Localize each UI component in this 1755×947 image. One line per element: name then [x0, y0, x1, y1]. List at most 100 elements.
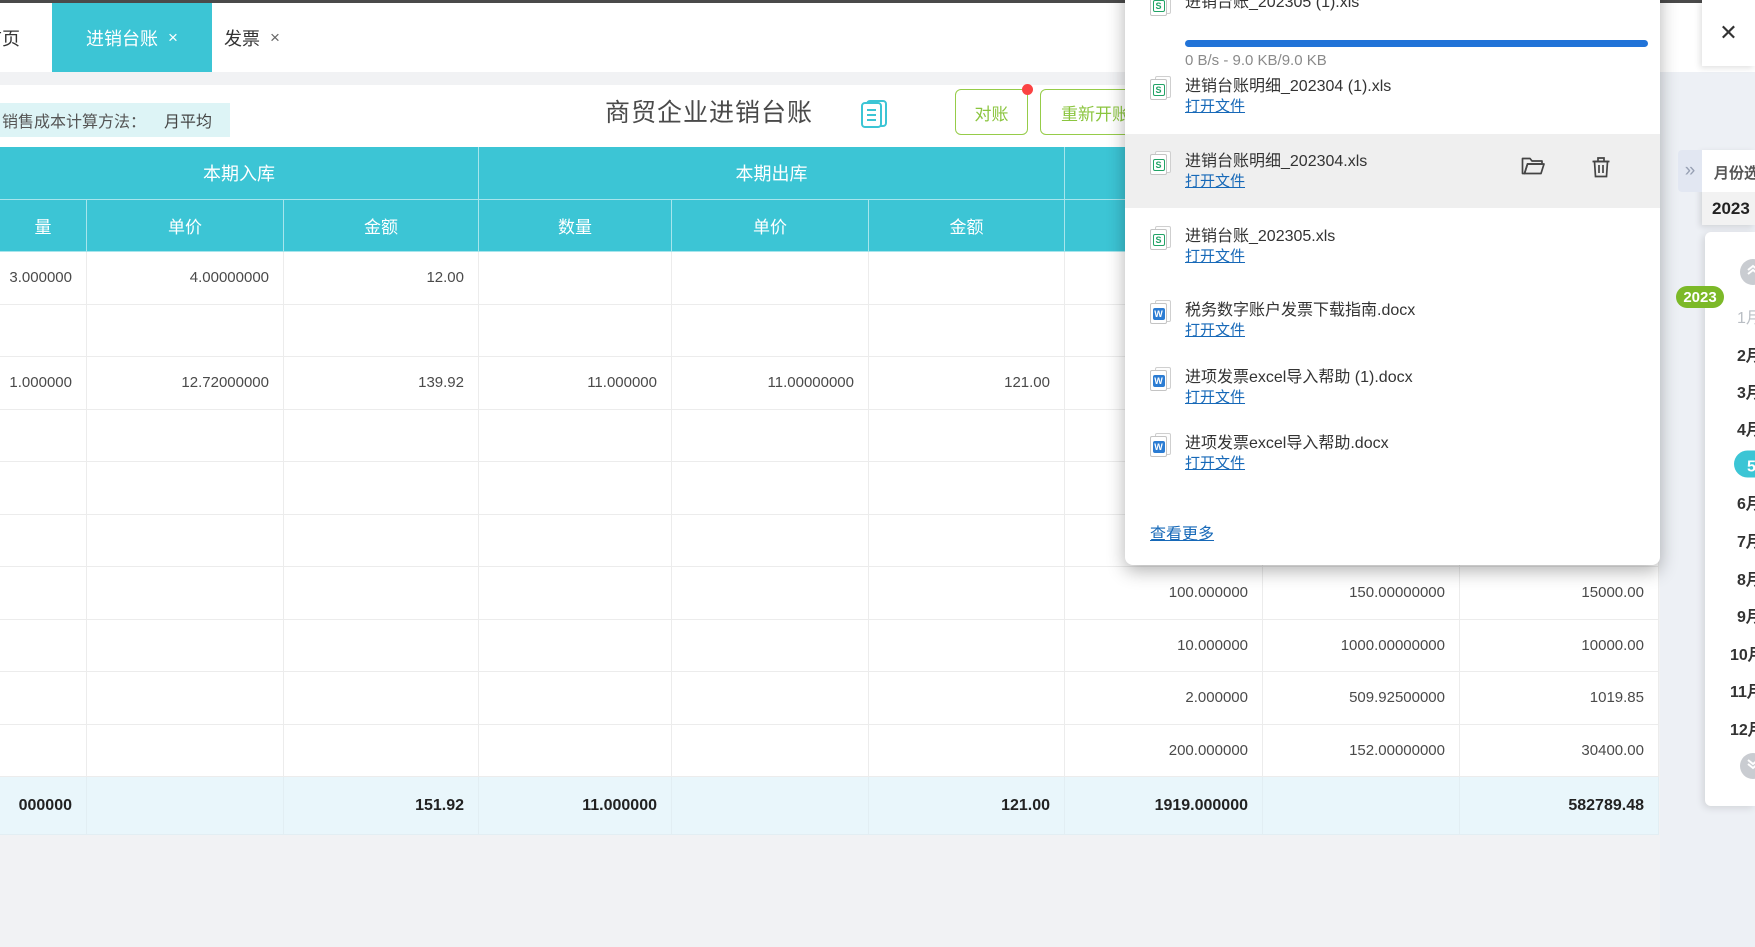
- tab-invoice[interactable]: 发票 ×: [224, 3, 280, 72]
- month-item[interactable]: 8月: [1737, 566, 1755, 590]
- table-cell: 15000.00: [1460, 567, 1659, 620]
- month-item[interactable]: 12月: [1730, 716, 1755, 740]
- month-item[interactable]: 9月: [1737, 603, 1755, 627]
- month-panel-title: 月份选择: [1714, 165, 1755, 182]
- sidebar-collapse-button[interactable]: »: [1678, 150, 1702, 192]
- table-cell: [87, 409, 284, 462]
- tab-invoice-label: 发票: [224, 28, 260, 49]
- table-totals-row: 000000 151.92 11.000000 121.00 1919.000000 58…: [0, 777, 1659, 835]
- table-cell: [284, 514, 479, 567]
- open-file-link[interactable]: 打开文件: [1185, 245, 1245, 266]
- table-cell: [284, 567, 479, 620]
- table-column-header: 单价: [87, 200, 284, 252]
- cost-method-value: 月平均: [164, 114, 213, 131]
- table-cell: 1000.00000000: [1263, 619, 1460, 672]
- table-cell: [479, 672, 672, 725]
- table-column-header: 数量: [479, 200, 672, 252]
- download-item[interactable]: S 进销台账明细_202304.xls 打开文件: [1125, 134, 1660, 208]
- totals-cell: [87, 777, 284, 835]
- table-cell: 10.000000: [1065, 619, 1263, 672]
- month-item[interactable]: 7月: [1737, 528, 1755, 552]
- download-item-active[interactable]: 进销台账_202305 (1).xls S 0 B/s - 9.0 KB/9.0…: [1125, 0, 1660, 69]
- table-column-header: 金额: [284, 200, 479, 252]
- reconcile-button[interactable]: 对账: [955, 89, 1028, 135]
- table-row: 200.000000 152.00000000 30400.00: [0, 724, 1659, 777]
- downloads-panel: 进销台账_202305 (1).xls S 0 B/s - 9.0 KB/9.0…: [1125, 0, 1660, 565]
- table-cell: 30400.00: [1460, 724, 1659, 777]
- tab-invoice-close-icon[interactable]: ×: [270, 28, 280, 48]
- year-selector[interactable]: 2023: [1702, 192, 1755, 225]
- table-row: 10.000000 1000.00000000 10000.00: [0, 619, 1659, 672]
- table-cell: [284, 304, 479, 357]
- table-cell: [87, 672, 284, 725]
- table-cell: 11.000000: [479, 357, 672, 410]
- table-cell: [672, 672, 869, 725]
- table-group-header: 本期入库: [0, 147, 479, 200]
- table-column-header: 量: [0, 200, 87, 252]
- totals-cell: [1263, 777, 1460, 835]
- show-in-folder-icon[interactable]: [1521, 156, 1545, 176]
- table-cell: [869, 252, 1065, 305]
- table-cell: [869, 724, 1065, 777]
- months-scroll-down-button[interactable]: [1740, 753, 1755, 779]
- table-cell: [0, 409, 87, 462]
- table-cell: [284, 462, 479, 515]
- download-progress-bar: [1185, 40, 1648, 47]
- table-cell: 150.00000000: [1263, 567, 1460, 620]
- delete-download-icon[interactable]: [1591, 156, 1611, 178]
- download-item[interactable]: S 进销台账明细_202304 (1).xls 打开文件: [1125, 72, 1660, 120]
- month-item[interactable]: 3月: [1737, 379, 1755, 403]
- table-cell: [479, 567, 672, 620]
- months-scroll-up-button[interactable]: [1740, 259, 1755, 285]
- table-cell: [672, 252, 869, 305]
- tab-ledger-label: 进销台账: [86, 28, 159, 49]
- table-cell: [87, 304, 284, 357]
- totals-cell: [672, 777, 869, 835]
- download-item[interactable]: W 税务数字账户发票下载指南.docx 打开文件: [1125, 296, 1660, 344]
- tab-ledger-close-icon[interactable]: ×: [168, 28, 178, 48]
- view-more-link[interactable]: 查看更多: [1150, 520, 1214, 544]
- month-item[interactable]: 2月: [1737, 342, 1755, 366]
- download-status-text: 0 B/s - 9.0 KB/9.0 KB: [1185, 52, 1327, 69]
- totals-cell: 121.00: [869, 777, 1065, 835]
- month-item[interactable]: 10月: [1730, 641, 1755, 665]
- table-cell: [672, 462, 869, 515]
- close-button[interactable]: ✕: [1702, 0, 1755, 66]
- totals-cell: 151.92: [284, 777, 479, 835]
- table-cell: [869, 462, 1065, 515]
- tab-home[interactable]: 首页: [0, 3, 20, 72]
- download-file-name: 进销台账明细_202304 (1).xls: [1185, 78, 1392, 95]
- table-cell: [0, 672, 87, 725]
- totals-cell: 000000: [0, 777, 87, 835]
- download-item[interactable]: S 进销台账_202305.xls 打开文件: [1125, 222, 1660, 270]
- month-item[interactable]: 6月: [1737, 490, 1755, 514]
- totals-cell: 1919.000000: [1065, 777, 1263, 835]
- download-file-name: 进销台账明细_202304.xls: [1185, 153, 1368, 170]
- open-file-link[interactable]: 打开文件: [1185, 452, 1245, 473]
- table-cell: [479, 409, 672, 462]
- open-file-link[interactable]: 打开文件: [1185, 319, 1245, 340]
- month-item[interactable]: 4月: [1737, 416, 1755, 440]
- ledger-document-icon[interactable]: [858, 98, 892, 135]
- download-file-name: 进项发票excel导入帮助.docx: [1185, 435, 1389, 452]
- table-cell: 139.92: [284, 357, 479, 410]
- open-file-link[interactable]: 打开文件: [1185, 170, 1245, 191]
- table-cell: 12.72000000: [87, 357, 284, 410]
- download-file-name: 税务数字账户发票下载指南.docx: [1185, 302, 1416, 319]
- open-file-link[interactable]: 打开文件: [1185, 95, 1245, 116]
- table-cell: [672, 567, 869, 620]
- table-cell: [479, 619, 672, 672]
- download-item[interactable]: W 进项发票excel导入帮助 (1).docx 打开文件: [1125, 363, 1660, 411]
- table-cell: [284, 724, 479, 777]
- table-cell: [87, 567, 284, 620]
- totals-cell: 11.000000: [479, 777, 672, 835]
- download-item[interactable]: W 进项发票excel导入帮助.docx 打开文件: [1125, 429, 1660, 477]
- table-column-header: 金额: [869, 200, 1065, 252]
- open-file-link[interactable]: 打开文件: [1185, 386, 1245, 407]
- tab-ledger[interactable]: 进销台账 ×: [52, 3, 212, 72]
- month-panel-header: 月份选择 2023: [1702, 150, 1755, 225]
- table-cell: 10000.00: [1460, 619, 1659, 672]
- month-item[interactable]: 11月: [1730, 678, 1755, 702]
- table-cell: [87, 724, 284, 777]
- month-item-selected[interactable]: 5月: [1734, 450, 1755, 478]
